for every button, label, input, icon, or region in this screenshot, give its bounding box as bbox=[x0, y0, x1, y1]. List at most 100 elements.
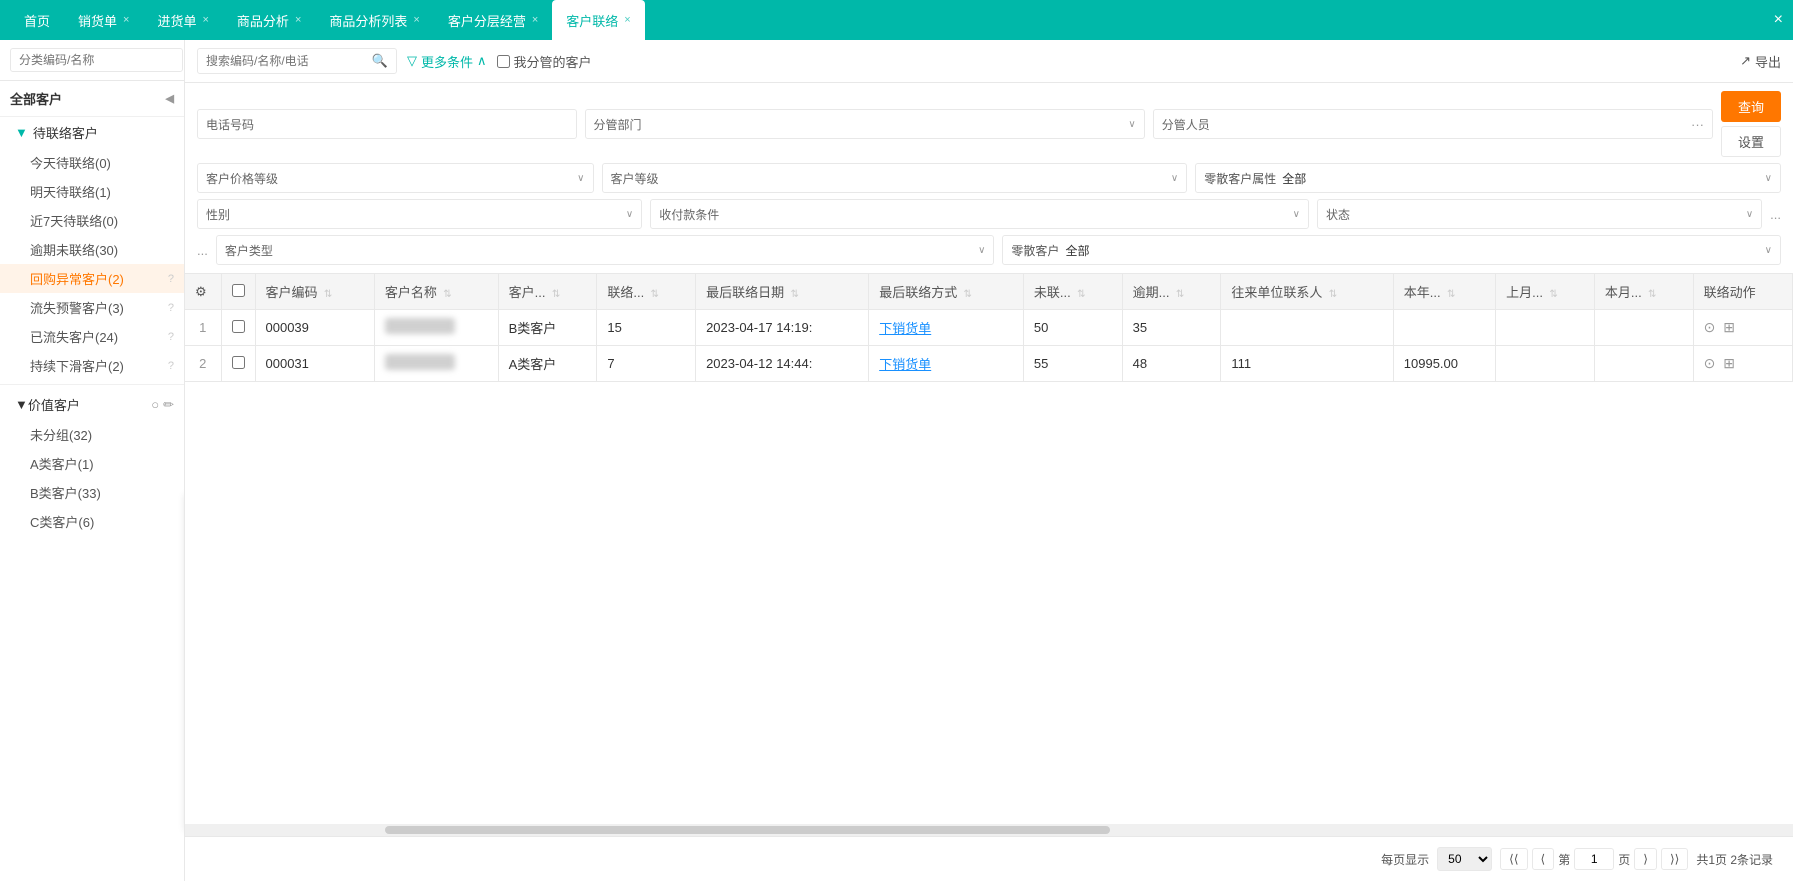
status-field[interactable]: 状态 ∨ bbox=[1317, 199, 1762, 229]
my-customers-checkbox[interactable] bbox=[497, 55, 510, 68]
th-last-method[interactable]: 最后联络方式 ⇅ bbox=[869, 274, 1024, 310]
sidebar-item-7days[interactable]: 近7天待联络(0) bbox=[0, 206, 184, 235]
sort-name-icon[interactable]: ⇅ bbox=[443, 289, 451, 300]
sort-uncontacted-icon[interactable]: ⇅ bbox=[1077, 289, 1085, 300]
sort-overdue-icon[interactable]: ⇅ bbox=[1176, 289, 1184, 300]
prev-page-btn[interactable]: ⟨ bbox=[1532, 848, 1555, 870]
nav-product-analysis[interactable]: 商品分析 × bbox=[223, 0, 315, 40]
nav-purchase-order-close[interactable]: × bbox=[202, 14, 208, 26]
first-page-btn[interactable]: ⟨⟨ bbox=[1500, 848, 1527, 870]
next-page-btn[interactable]: ⟩ bbox=[1634, 848, 1657, 870]
sidebar-item-churn-warning[interactable]: 流失预警客户(3) ? bbox=[0, 293, 184, 322]
filter-search-input[interactable] bbox=[206, 54, 368, 68]
more-action-icon-1[interactable]: ⊞ bbox=[1723, 319, 1735, 336]
set-button[interactable]: 设置 bbox=[1721, 126, 1781, 157]
person-field[interactable]: 分管人员 ··· bbox=[1153, 109, 1713, 139]
th-name[interactable]: 客户名称 ⇅ bbox=[374, 274, 498, 310]
th-checkbox[interactable] bbox=[221, 274, 255, 310]
th-last-date[interactable]: 最后联络日期 ⇅ bbox=[696, 274, 869, 310]
person-more-icon[interactable]: ··· bbox=[1691, 117, 1704, 132]
sort-date-icon[interactable]: ⇅ bbox=[790, 289, 798, 300]
sidebar-item-overdue[interactable]: 逾期未联络(30) bbox=[0, 235, 184, 264]
close-all-tabs[interactable]: × bbox=[1774, 11, 1783, 29]
sort-current-month-icon[interactable]: ⇅ bbox=[1648, 289, 1656, 300]
churned-help-icon[interactable]: ? bbox=[168, 331, 174, 343]
horizontal-scrollbar[interactable] bbox=[185, 824, 1793, 836]
sidebar-item-tomorrow[interactable]: 明天待联络(1) bbox=[0, 177, 184, 206]
settings-icon[interactable]: ⚙ bbox=[195, 284, 207, 299]
nav-purchase-order[interactable]: 进货单 × bbox=[143, 0, 222, 40]
retail-customer-field[interactable]: 零散客户 全部 ∨ bbox=[1002, 235, 1781, 265]
th-contact-count[interactable]: 联络... ⇅ bbox=[597, 274, 696, 310]
dept-field[interactable]: 分管部门 ∨ bbox=[585, 109, 1145, 139]
sidebar-item-today[interactable]: 今天待联络(0) bbox=[0, 148, 184, 177]
sidebar-item-ungrouped[interactable]: 未分组(32) bbox=[0, 420, 184, 449]
per-page-select[interactable]: 50 100 200 bbox=[1437, 847, 1492, 871]
th-customer-type[interactable]: 客户... ⇅ bbox=[498, 274, 597, 310]
th-code[interactable]: 客户编码 ⇅ bbox=[255, 274, 374, 310]
row-method-1[interactable]: 下销货单 bbox=[869, 310, 1024, 346]
th-overdue[interactable]: 逾期... ⇅ bbox=[1122, 274, 1221, 310]
filter-search-icon[interactable]: 🔍 bbox=[372, 53, 388, 69]
contact-icon-1[interactable]: ⊙ bbox=[1704, 319, 1716, 336]
more-action-icon-2[interactable]: ⊞ bbox=[1723, 355, 1735, 372]
sidebar-collapse-icon[interactable]: ◀ bbox=[166, 92, 174, 105]
all-customers-header[interactable]: 全部客户 ◀ bbox=[0, 81, 184, 117]
row-method-2[interactable]: 下销货单 bbox=[869, 346, 1024, 382]
th-current-year[interactable]: 本年... ⇅ bbox=[1393, 274, 1495, 310]
nav-customer-contact-close[interactable]: × bbox=[624, 14, 630, 26]
sort-type-icon[interactable]: ⇅ bbox=[552, 289, 560, 300]
phone-field[interactable]: 电话号码 bbox=[197, 109, 577, 139]
row-1-checkbox[interactable] bbox=[232, 320, 245, 333]
more-filters-btn[interactable]: ▽ 更多条件 ∧ bbox=[407, 52, 487, 71]
page-input[interactable] bbox=[1574, 848, 1614, 870]
sidebar-item-repurchase-abnormal[interactable]: 回购异常客户(2) ? bbox=[0, 264, 184, 293]
th-last-month[interactable]: 上月... ⇅ bbox=[1496, 274, 1595, 310]
declining-help-icon[interactable]: ? bbox=[168, 360, 174, 372]
sort-year-icon[interactable]: ⇅ bbox=[1447, 289, 1455, 300]
sidebar-item-churned[interactable]: 已流失客户(24) ? bbox=[0, 322, 184, 351]
customer-type-field[interactable]: 客户类型 ∨ bbox=[216, 235, 995, 265]
sidebar-search-input[interactable] bbox=[10, 48, 183, 72]
th-current-month[interactable]: 本月... ⇅ bbox=[1594, 274, 1693, 310]
sort-last-month-icon[interactable]: ⇅ bbox=[1549, 289, 1557, 300]
sort-method-icon[interactable]: ⇅ bbox=[964, 289, 972, 300]
nav-sales-order-close[interactable]: × bbox=[123, 14, 129, 26]
th-contact-person[interactable]: 往来单位联系人 ⇅ bbox=[1221, 274, 1393, 310]
price-level-field[interactable]: 客户价格等级 ∨ bbox=[197, 163, 594, 193]
churn-warning-help-icon[interactable]: ? bbox=[168, 302, 174, 314]
nav-customer-contact[interactable]: 客户联络 × bbox=[552, 0, 644, 40]
row-checkbox-2[interactable] bbox=[221, 346, 255, 382]
sidebar-item-a-class[interactable]: A类客户(1) bbox=[0, 449, 184, 478]
nav-home[interactable]: 首页 bbox=[10, 0, 64, 40]
export-btn[interactable]: ↗ 导出 bbox=[1740, 52, 1781, 71]
th-settings[interactable]: ⚙ bbox=[185, 274, 221, 310]
sidebar-item-b-class[interactable]: B类客户(33) bbox=[0, 478, 184, 507]
contact-icon-2[interactable]: ⊙ bbox=[1704, 355, 1716, 372]
edit-icon[interactable]: ✏ bbox=[163, 397, 174, 413]
repurchase-help-icon[interactable]: ? bbox=[168, 273, 174, 285]
query-button[interactable]: 查询 bbox=[1721, 91, 1781, 122]
sort-code-icon[interactable]: ⇅ bbox=[324, 289, 332, 300]
retail-attr-field[interactable]: 零散客户属性 全部 ∨ bbox=[1195, 163, 1781, 193]
nav-sales-order[interactable]: 销货单 × bbox=[64, 0, 143, 40]
select-all-checkbox[interactable] bbox=[232, 284, 245, 297]
sort-contact-icon[interactable]: ⇅ bbox=[651, 289, 659, 300]
row-2-checkbox[interactable] bbox=[232, 356, 245, 369]
th-uncontacted[interactable]: 未联... ⇅ bbox=[1023, 274, 1122, 310]
sidebar-item-c-class[interactable]: C类客户(6) bbox=[0, 507, 184, 536]
more-btn-row3[interactable]: ... bbox=[1770, 207, 1781, 222]
payment-field[interactable]: 收付款条件 ∨ bbox=[650, 199, 1309, 229]
refresh-icon[interactable]: ○ bbox=[151, 397, 159, 413]
nav-customer-tier[interactable]: 客户分层经营 × bbox=[434, 0, 552, 40]
sidebar-group-pending[interactable]: ▼ 待联络客户 bbox=[0, 117, 184, 148]
nav-product-analysis-list-close[interactable]: × bbox=[413, 14, 419, 26]
more-btn-row4-left[interactable]: ... bbox=[197, 243, 208, 258]
nav-product-analysis-list[interactable]: 商品分析列表 × bbox=[315, 0, 433, 40]
row-checkbox-1[interactable] bbox=[221, 310, 255, 346]
sidebar-item-declining[interactable]: 持续下滑客户(2) ? bbox=[0, 351, 184, 380]
scroll-thumb[interactable] bbox=[385, 826, 1110, 834]
nav-product-analysis-close[interactable]: × bbox=[295, 14, 301, 26]
last-page-btn[interactable]: ⟩⟩ bbox=[1661, 848, 1688, 870]
customer-level-field[interactable]: 客户等级 ∨ bbox=[602, 163, 1188, 193]
